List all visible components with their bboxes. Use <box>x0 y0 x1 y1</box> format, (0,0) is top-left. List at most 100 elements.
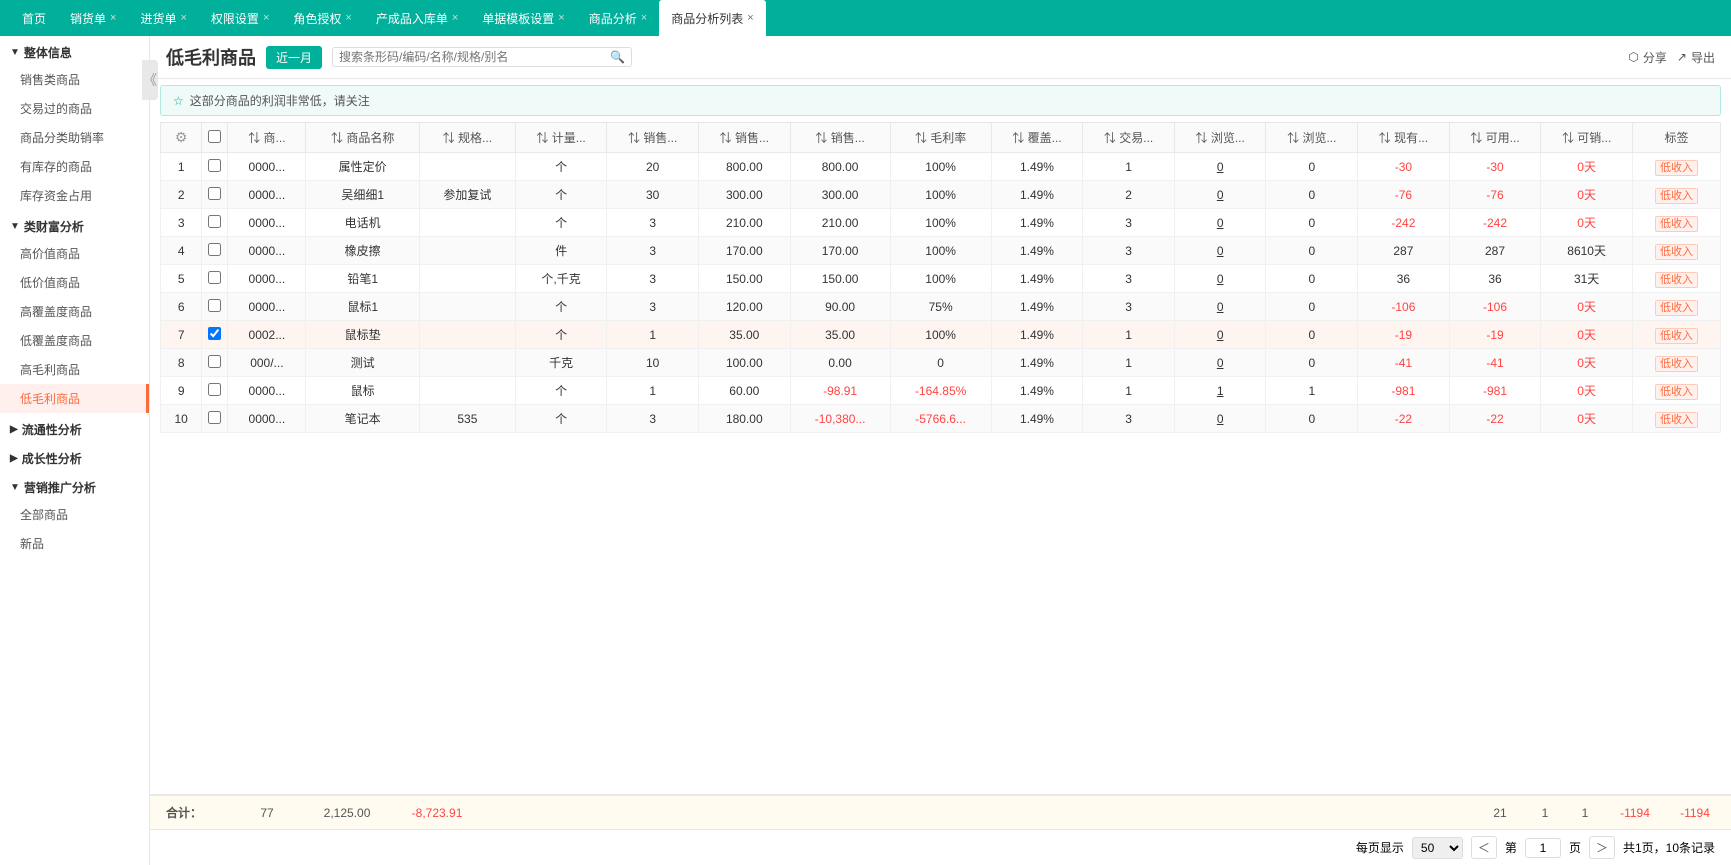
sidebar-group-growth[interactable]: ▶ 成长性分析 <box>0 442 149 471</box>
row-checkbox-cell[interactable] <box>202 265 228 293</box>
row-checkbox-cell[interactable] <box>202 377 228 405</box>
nav-product-inbound[interactable]: 产成品入库单 × <box>364 0 470 36</box>
sidebar-item-traded-products[interactable]: 交易过的商品 <box>0 94 149 123</box>
search-icon[interactable]: 🔍 <box>610 50 625 64</box>
per-page-select[interactable]: 50 10 20 100 <box>1412 837 1463 859</box>
row-checkbox[interactable] <box>208 215 221 228</box>
sidebar-item-high-coverage[interactable]: 高覆盖度商品 <box>0 297 149 326</box>
sidebar-group-liquidity[interactable]: ▶ 流通性分析 <box>0 413 149 442</box>
nav-product-analysis-list[interactable]: 商品分析列表 × <box>659 0 765 36</box>
search-box[interactable]: 🔍 <box>332 47 632 67</box>
page-number-input[interactable] <box>1525 838 1561 858</box>
search-input[interactable] <box>339 50 610 64</box>
sidebar-collapse-button[interactable]: 《 <box>142 60 158 100</box>
nav-permission-settings[interactable]: 权限设置 × <box>199 0 281 36</box>
row-checkbox-cell[interactable] <box>202 293 228 321</box>
close-icon[interactable]: × <box>558 12 564 24</box>
product-name-cell: 属性定价 <box>306 153 420 181</box>
unit-column-header[interactable]: ⇅ 计量... <box>515 123 607 153</box>
views1-cell[interactable]: 0 <box>1174 181 1266 209</box>
sidebar-group-overall[interactable]: ▼ 整体信息 <box>0 36 149 65</box>
spec-column-header[interactable]: ⇅ 规格... <box>419 123 515 153</box>
close-icon[interactable]: × <box>641 12 647 24</box>
sidebar-item-high-margin[interactable]: 高毛利商品 <box>0 355 149 384</box>
coverage-column-header[interactable]: ⇅ 覆盖... <box>991 123 1083 153</box>
close-icon[interactable]: × <box>180 12 186 24</box>
close-icon[interactable]: × <box>110 12 116 24</box>
row-checkbox[interactable] <box>208 159 221 172</box>
views1-cell[interactable]: 0 <box>1174 237 1266 265</box>
sku-code-column-header[interactable]: ⇅ 商... <box>228 123 306 153</box>
views1-cell[interactable]: 0 <box>1174 153 1266 181</box>
sidebar-item-all-products[interactable]: 全部商品 <box>0 500 149 529</box>
close-icon[interactable]: × <box>747 12 753 24</box>
sidebar-item-high-value[interactable]: 高价值商品 <box>0 239 149 268</box>
nav-role-auth[interactable]: 角色授权 × <box>281 0 363 36</box>
sidebar-item-new-products[interactable]: 新品 <box>0 529 149 558</box>
available-column-header[interactable]: ⇅ 可用... <box>1449 123 1541 153</box>
close-icon[interactable]: × <box>345 12 351 24</box>
sales-price-column-header[interactable]: ⇅ 销售... <box>698 123 790 153</box>
prev-page-button[interactable]: ＜ <box>1471 836 1497 859</box>
transactions-column-header[interactable]: ⇅ 交易... <box>1083 123 1175 153</box>
close-icon[interactable]: × <box>263 12 269 24</box>
views1-cell[interactable]: 0 <box>1174 349 1266 377</box>
settings-icon[interactable]: ⚙ <box>175 129 188 145</box>
settings-column-header[interactable]: ⚙ <box>161 123 202 153</box>
row-checkbox-cell[interactable] <box>202 181 228 209</box>
row-checkbox[interactable] <box>208 411 221 424</box>
sales-qty-cell: 3 <box>607 237 699 265</box>
share-button[interactable]: ⬡ 分享 <box>1628 49 1667 66</box>
views1-cell[interactable]: 1 <box>1174 377 1266 405</box>
row-checkbox-cell[interactable] <box>202 237 228 265</box>
product-name-column-header[interactable]: ⇅ 商品名称 <box>306 123 420 153</box>
sidebar-item-stocked-products[interactable]: 有库存的商品 <box>0 152 149 181</box>
sidebar-group-marketing[interactable]: ▼ 营销推广分析 <box>0 471 149 500</box>
nav-template-settings[interactable]: 单据模板设置 × <box>470 0 576 36</box>
select-all-checkbox[interactable] <box>208 130 221 143</box>
row-checkbox[interactable] <box>208 383 221 396</box>
sidebar-item-low-value[interactable]: 低价值商品 <box>0 268 149 297</box>
row-checkbox[interactable] <box>208 327 221 340</box>
sellable-column-header[interactable]: ⇅ 可销... <box>1541 123 1633 153</box>
row-checkbox-cell[interactable] <box>202 153 228 181</box>
export-button[interactable]: ↗ 导出 <box>1677 49 1715 66</box>
sidebar-group-wealth[interactable]: ▼ 类财富分析 <box>0 210 149 239</box>
sidebar-item-low-coverage[interactable]: 低覆盖度商品 <box>0 326 149 355</box>
row-checkbox[interactable] <box>208 355 221 368</box>
nav-home[interactable]: 首页 <box>10 0 58 36</box>
nav-product-analysis[interactable]: 商品分析 × <box>577 0 659 36</box>
sidebar-item-category-rate[interactable]: 商品分类助销率 <box>0 123 149 152</box>
next-page-button[interactable]: ＞ <box>1589 836 1615 859</box>
available-cell: -106 <box>1449 293 1541 321</box>
row-checkbox-cell[interactable] <box>202 405 228 433</box>
row-checkbox-cell[interactable] <box>202 321 228 349</box>
checkbox-column-header[interactable] <box>202 123 228 153</box>
views2-column-header[interactable]: ⇅ 浏览... <box>1266 123 1358 153</box>
views1-cell[interactable]: 0 <box>1174 293 1266 321</box>
tag-column-header[interactable]: 标签 <box>1632 123 1720 153</box>
sidebar-item-low-margin[interactable]: 低毛利商品 <box>0 384 149 413</box>
current-stock-column-header[interactable]: ⇅ 现有... <box>1358 123 1450 153</box>
nav-sales-order[interactable]: 销货单 × <box>58 0 128 36</box>
sales-qty-column-header[interactable]: ⇅ 销售... <box>607 123 699 153</box>
data-table-wrapper[interactable]: ⚙ ⇅ 商... ⇅ 商品名称 ⇅ 规格... <box>150 122 1731 794</box>
row-checkbox-cell[interactable] <box>202 349 228 377</box>
row-checkbox[interactable] <box>208 299 221 312</box>
sidebar-item-sales-products[interactable]: 销售类商品 <box>0 65 149 94</box>
close-icon[interactable]: × <box>452 12 458 24</box>
views1-column-header[interactable]: ⇅ 浏览... <box>1174 123 1266 153</box>
filter-button[interactable]: 近一月 <box>266 46 322 69</box>
nav-purchase-order[interactable]: 进货单 × <box>128 0 198 36</box>
views1-cell[interactable]: 0 <box>1174 209 1266 237</box>
row-checkbox[interactable] <box>208 243 221 256</box>
views1-cell[interactable]: 0 <box>1174 265 1266 293</box>
sidebar-item-stock-capital[interactable]: 库存资金占用 <box>0 181 149 210</box>
gross-margin-column-header[interactable]: ⇅ 毛利率 <box>890 123 991 153</box>
row-checkbox[interactable] <box>208 271 221 284</box>
row-checkbox[interactable] <box>208 187 221 200</box>
sales-amount-column-header[interactable]: ⇅ 销售... <box>790 123 890 153</box>
views1-cell[interactable]: 0 <box>1174 405 1266 433</box>
row-checkbox-cell[interactable] <box>202 209 228 237</box>
views1-cell[interactable]: 0 <box>1174 321 1266 349</box>
